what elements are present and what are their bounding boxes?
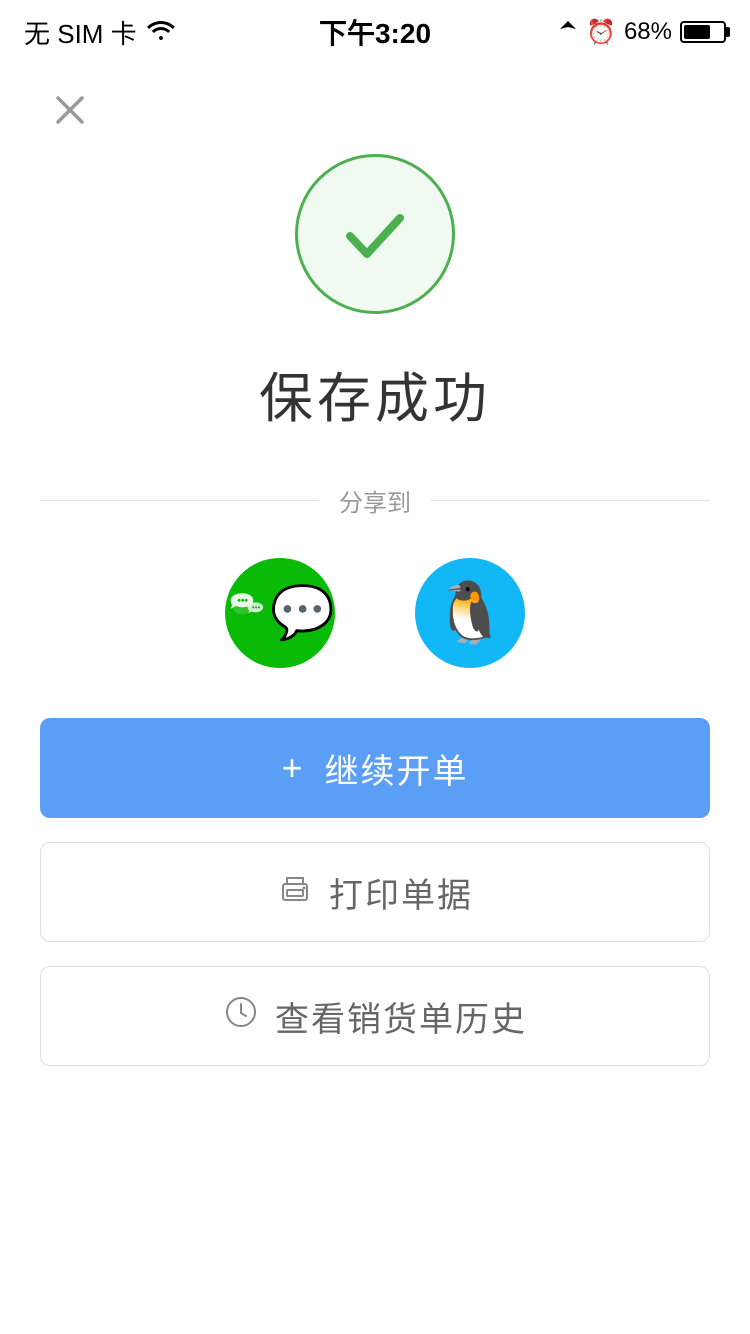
plus-icon: + <box>281 747 304 789</box>
status-time: 下午3:20 <box>319 12 431 52</box>
alarm-icon: ⏰ <box>586 18 616 47</box>
success-title: 保存成功 <box>259 354 491 433</box>
print-icon <box>277 870 313 915</box>
main-content: 保存成功 分享到 <box>0 64 750 1066</box>
close-button[interactable] <box>40 80 100 140</box>
share-divider-row: 分享到 <box>0 483 750 518</box>
clock-icon <box>223 994 259 1039</box>
share-section: 分享到 <box>0 483 750 668</box>
continue-label: 继续开单 <box>325 744 469 793</box>
action-buttons: + 继续开单 打印单据 查看销货单历史 <box>40 718 710 1066</box>
share-buttons: 💬 🐧 <box>225 558 525 668</box>
status-left: 无 SIM 卡 <box>24 14 175 51</box>
divider-left <box>40 500 319 501</box>
checkmark-icon <box>335 194 415 274</box>
share-label: 分享到 <box>319 483 431 518</box>
close-icon <box>52 92 88 128</box>
battery-icon <box>680 21 726 43</box>
battery-fill <box>684 25 710 39</box>
wifi-icon <box>147 18 175 47</box>
wechat-icon <box>225 585 270 641</box>
status-right: ⏰ 68% <box>558 18 726 47</box>
qq-share-button[interactable]: 🐧 <box>415 558 525 668</box>
wechat-share-button[interactable]: 💬 <box>225 558 335 668</box>
print-button[interactable]: 打印单据 <box>40 842 710 942</box>
history-button[interactable]: 查看销货单历史 <box>40 966 710 1066</box>
success-icon-container <box>295 154 455 314</box>
status-bar: 无 SIM 卡 下午3:20 ⏰ 68% <box>0 0 750 64</box>
sim-status: 无 SIM 卡 <box>24 14 137 51</box>
location-icon <box>558 18 578 46</box>
battery-percent: 68% <box>624 18 672 46</box>
print-label: 打印单据 <box>329 868 473 917</box>
history-label: 查看销货单历史 <box>275 992 527 1041</box>
divider-right <box>431 500 710 501</box>
continue-button[interactable]: + 继续开单 <box>40 718 710 818</box>
